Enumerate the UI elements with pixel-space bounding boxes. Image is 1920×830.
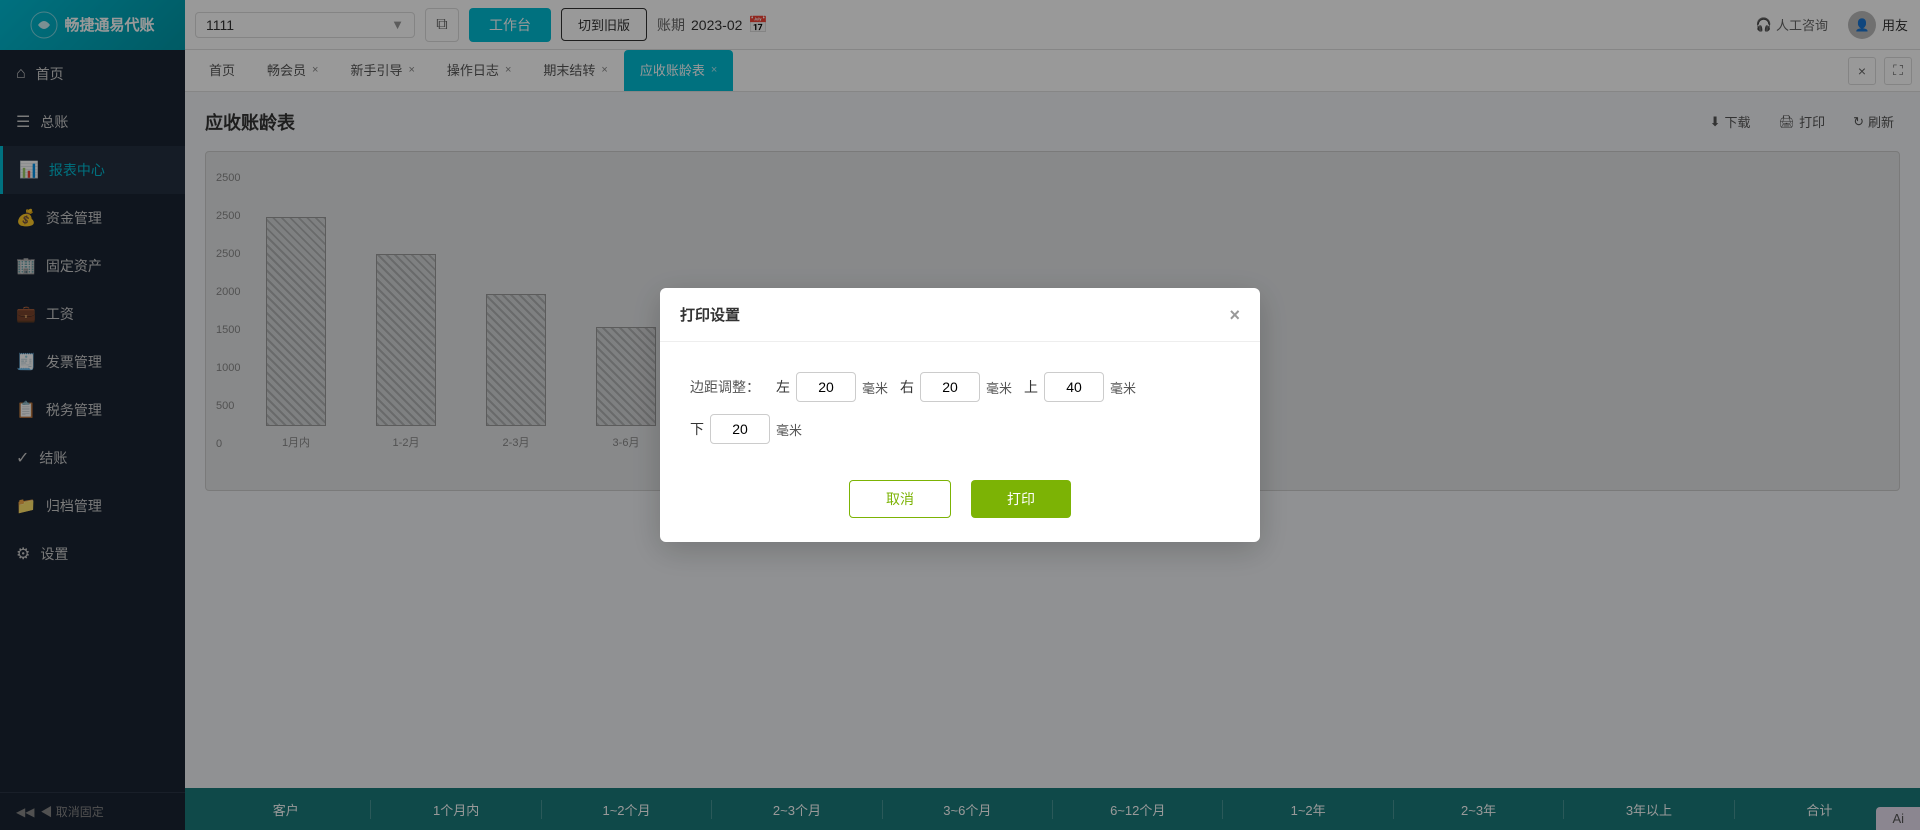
bottom-unit: 毫米 bbox=[776, 420, 802, 439]
modal-close-button[interactable]: × bbox=[1229, 306, 1240, 324]
right-unit: 毫米 bbox=[986, 378, 1012, 397]
modal-title: 打印设置 bbox=[680, 304, 740, 325]
bottom-label: 下 bbox=[690, 419, 704, 439]
modal-body: 边距调整： 左 毫米 右 毫米 上 毫米 下 bbox=[660, 342, 1260, 464]
cancel-button[interactable]: 取消 bbox=[849, 480, 951, 518]
margin-label: 边距调整： bbox=[690, 377, 760, 397]
margin-bottom-group: 下 毫米 bbox=[690, 414, 802, 444]
top-input[interactable] bbox=[1044, 372, 1104, 402]
left-unit: 毫米 bbox=[862, 378, 888, 397]
margin-right-group: 右 毫米 bbox=[900, 372, 1012, 402]
margin-row: 边距调整： 左 毫米 右 毫米 上 毫米 下 bbox=[690, 372, 1230, 444]
left-label: 左 bbox=[776, 377, 790, 397]
modal-overlay: 打印设置 × 边距调整： 左 毫米 右 毫米 上 毫米 bbox=[0, 0, 1920, 830]
print-settings-modal: 打印设置 × 边距调整： 左 毫米 右 毫米 上 毫米 bbox=[660, 288, 1260, 542]
top-label: 上 bbox=[1024, 377, 1038, 397]
left-input[interactable] bbox=[796, 372, 856, 402]
right-label: 右 bbox=[900, 377, 914, 397]
right-input[interactable] bbox=[920, 372, 980, 402]
modal-header: 打印设置 × bbox=[660, 288, 1260, 342]
bottom-input[interactable] bbox=[710, 414, 770, 444]
print-confirm-button[interactable]: 打印 bbox=[971, 480, 1071, 518]
top-unit: 毫米 bbox=[1110, 378, 1136, 397]
margin-top-group: 上 毫米 bbox=[1024, 372, 1136, 402]
modal-footer: 取消 打印 bbox=[660, 464, 1260, 542]
margin-left-group: 左 毫米 bbox=[776, 372, 888, 402]
